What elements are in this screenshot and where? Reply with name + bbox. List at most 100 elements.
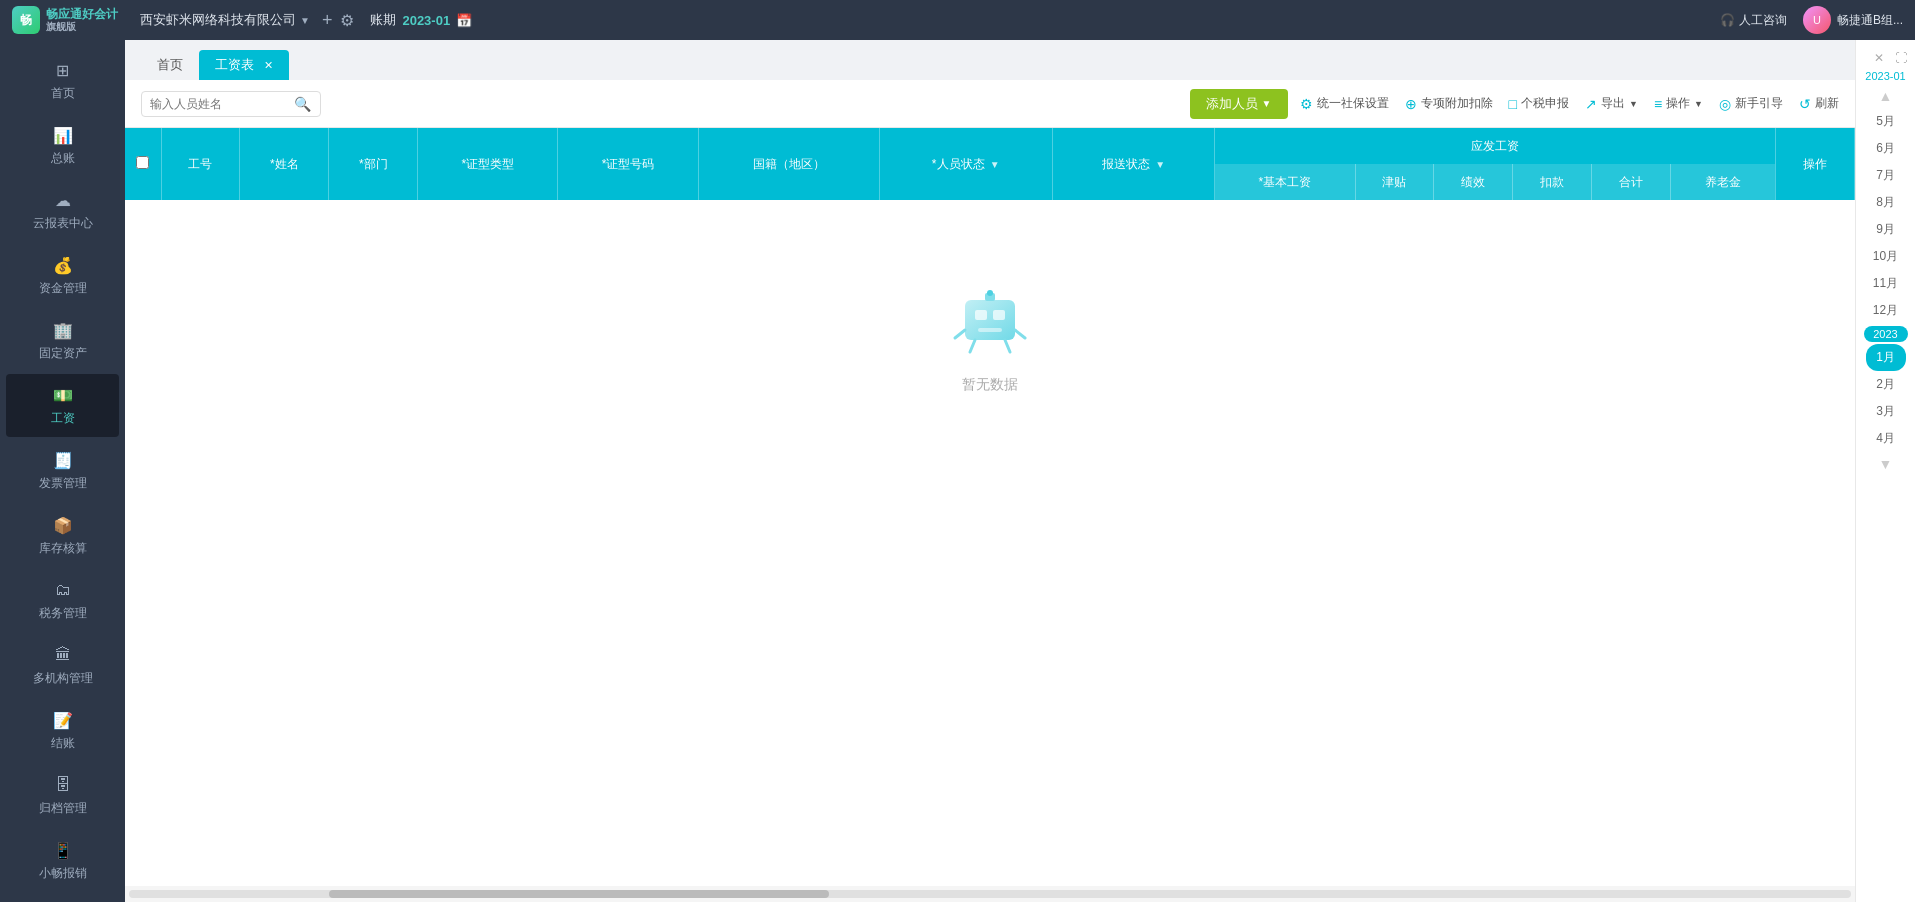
social-security-settings-button[interactable]: ⚙ 统一社保设置 xyxy=(1300,95,1389,112)
calendar-icon[interactable]: 📅 xyxy=(456,13,472,28)
col-checkbox[interactable] xyxy=(125,128,161,200)
period-label: 账期 xyxy=(370,11,396,29)
calendar-down-icon[interactable]: ▼ xyxy=(1875,452,1897,476)
add-icon[interactable]: + xyxy=(322,10,333,31)
search-input[interactable] xyxy=(150,97,290,111)
sidebar-label-multi-org: 多机构管理 xyxy=(33,670,93,687)
sidebar-item-settings[interactable]: ⚙ 基础设置 xyxy=(6,894,119,902)
col-group-payroll: 应发工资 xyxy=(1215,128,1776,164)
guide-button[interactable]: ◎ 新手引导 xyxy=(1719,95,1783,112)
tab-bar: 首页 工资表 ✕ xyxy=(125,40,1855,80)
tab-close-icon[interactable]: ✕ xyxy=(264,59,273,71)
social-security-label: 统一社保设置 xyxy=(1317,95,1389,112)
export-label: 导出 xyxy=(1601,95,1625,112)
operations-icon: ≡ xyxy=(1654,96,1662,112)
col-actions: 操作 xyxy=(1775,128,1854,200)
col-performance: 绩效 xyxy=(1434,164,1513,200)
svg-point-5 xyxy=(987,290,993,296)
month-2[interactable]: 2月 xyxy=(1856,371,1915,398)
expense-icon: 📱 xyxy=(52,839,74,861)
col-pension: 养老金 xyxy=(1671,164,1776,200)
sidebar-item-invoice[interactable]: 🧾 发票管理 xyxy=(6,439,119,502)
sidebar-item-multi-org[interactable]: 🏛 多机构管理 xyxy=(6,634,119,697)
month-11[interactable]: 11月 xyxy=(1856,270,1915,297)
sidebar-label-archive: 归档管理 xyxy=(39,800,87,817)
sidebar-item-expense[interactable]: 📱 小畅报销 xyxy=(6,829,119,892)
guide-toolbar-icon: ◎ xyxy=(1719,96,1731,112)
sidebar-item-payroll[interactable]: 💵 工资 xyxy=(6,374,119,437)
top-header: 畅 畅应通好会计 旗舰版 西安虾米网络科技有限公司 ▼ + ⚙ 账期 2023-… xyxy=(0,0,1915,40)
payroll-icon: 💵 xyxy=(52,384,74,406)
sidebar-item-ledger[interactable]: 📊 总账 xyxy=(6,114,119,177)
sidebar-label-ledger: 总账 xyxy=(51,150,75,167)
search-icon: 🔍 xyxy=(294,96,311,112)
sidebar-item-archive[interactable]: 🗄 归档管理 xyxy=(6,764,119,827)
sidebar-item-tax[interactable]: 🗂 税务管理 xyxy=(6,569,119,632)
add-person-button[interactable]: 添加人员 ▼ xyxy=(1190,89,1288,119)
cloud-icon: ☁ xyxy=(52,189,74,211)
sidebar-item-inventory[interactable]: 📦 库存核算 xyxy=(6,504,119,567)
col-status[interactable]: *人员状态 ▼ xyxy=(879,128,1052,200)
month-9[interactable]: 9月 xyxy=(1856,216,1915,243)
month-4[interactable]: 4月 xyxy=(1856,425,1915,452)
month-10[interactable]: 10月 xyxy=(1856,243,1915,270)
operations-button[interactable]: ≡ 操作 ▼ xyxy=(1654,95,1703,112)
tab-home[interactable]: 首页 xyxy=(141,50,199,80)
app-logo-icon: 畅 xyxy=(12,6,40,34)
close-panel-icon[interactable]: ✕ xyxy=(1869,48,1889,68)
sidebar-item-home[interactable]: ⊞ 首页 xyxy=(6,49,119,112)
sidebar-label-inventory: 库存核算 xyxy=(39,540,87,557)
table-container: 工号 *姓名 *部门 *证型类型 *证型号码 国籍（地区） *人员状态 ▼ 报送… xyxy=(125,128,1855,886)
month-3[interactable]: 3月 xyxy=(1856,398,1915,425)
svg-line-7 xyxy=(1015,330,1025,338)
tab-home-label: 首页 xyxy=(157,57,183,72)
user-info[interactable]: U 畅捷通B组... xyxy=(1803,6,1903,34)
tax-icon: 🗂 xyxy=(52,579,74,601)
special-deduction-icon: ⊕ xyxy=(1405,96,1417,112)
status-filter-icon: ▼ xyxy=(990,159,1000,170)
export-button[interactable]: ↗ 导出 ▼ xyxy=(1585,95,1638,112)
refresh-button[interactable]: ↺ 刷新 xyxy=(1799,95,1839,112)
human-service-label: 人工咨询 xyxy=(1739,12,1787,29)
close-period-icon: 📝 xyxy=(52,709,74,731)
sidebar-item-close-period[interactable]: 📝 结账 xyxy=(6,699,119,762)
scrollbar-thumb[interactable] xyxy=(329,890,829,898)
tax-filing-button[interactable]: □ 个税申报 xyxy=(1509,95,1569,112)
sidebar-label-home: 首页 xyxy=(51,85,75,102)
month-7[interactable]: 7月 xyxy=(1856,162,1915,189)
select-all-checkbox[interactable] xyxy=(136,156,149,169)
month-12[interactable]: 12月 xyxy=(1856,297,1915,324)
expand-panel-icon[interactable]: ⛶ xyxy=(1891,48,1911,68)
company-selector[interactable]: 西安虾米网络科技有限公司 ▼ xyxy=(140,11,310,29)
sidebar-item-cloud-report[interactable]: ☁ 云报表中心 xyxy=(6,179,119,242)
empty-illustration xyxy=(950,280,1030,360)
main-layout: ⊞ 首页 📊 总账 ☁ 云报表中心 💰 资金管理 🏢 固定资产 💵 工资 🧾 发… xyxy=(0,40,1915,902)
bottom-scrollbar[interactable] xyxy=(125,886,1855,902)
tax-filing-icon: □ xyxy=(1509,96,1517,112)
home-icon: ⊞ xyxy=(52,59,74,81)
col-total: 合计 xyxy=(1592,164,1671,200)
period-value: 2023-01 xyxy=(402,13,450,28)
search-box: 🔍 xyxy=(141,91,321,117)
special-deduction-button[interactable]: ⊕ 专项附加扣除 xyxy=(1405,95,1493,112)
month-8[interactable]: 8月 xyxy=(1856,189,1915,216)
export-icon: ↗ xyxy=(1585,96,1597,112)
guide-toolbar-label: 新手引导 xyxy=(1735,95,1783,112)
tab-payroll[interactable]: 工资表 ✕ xyxy=(199,50,289,80)
sidebar-item-assets[interactable]: 🏢 固定资产 xyxy=(6,309,119,372)
month-6[interactable]: 6月 xyxy=(1856,135,1915,162)
calendar-up-icon[interactable]: ▲ xyxy=(1875,84,1897,108)
tab-payroll-label: 工资表 xyxy=(215,57,254,72)
toolbar: 🔍 添加人员 ▼ ⚙ 统一社保设置 ⊕ 专项附加扣除 □ 个税申报 xyxy=(125,80,1855,128)
human-service-button[interactable]: 🎧 人工咨询 xyxy=(1720,12,1787,29)
svg-line-6 xyxy=(955,330,965,338)
month-5[interactable]: 5月 xyxy=(1856,108,1915,135)
submit-filter-icon: ▼ xyxy=(1155,159,1165,170)
sidebar-label-close-period: 结账 xyxy=(51,735,75,752)
col-submit-status[interactable]: 报送状态 ▼ xyxy=(1052,128,1215,200)
settings-icon[interactable]: ⚙ xyxy=(340,11,354,30)
sidebar-label-funds: 资金管理 xyxy=(39,280,87,297)
month-1-active[interactable]: 1月 xyxy=(1866,344,1906,371)
content-area: 首页 工资表 ✕ 🔍 添加人员 ▼ ⚙ 统一社保设置 xyxy=(125,40,1855,902)
sidebar-item-funds[interactable]: 💰 资金管理 xyxy=(6,244,119,307)
